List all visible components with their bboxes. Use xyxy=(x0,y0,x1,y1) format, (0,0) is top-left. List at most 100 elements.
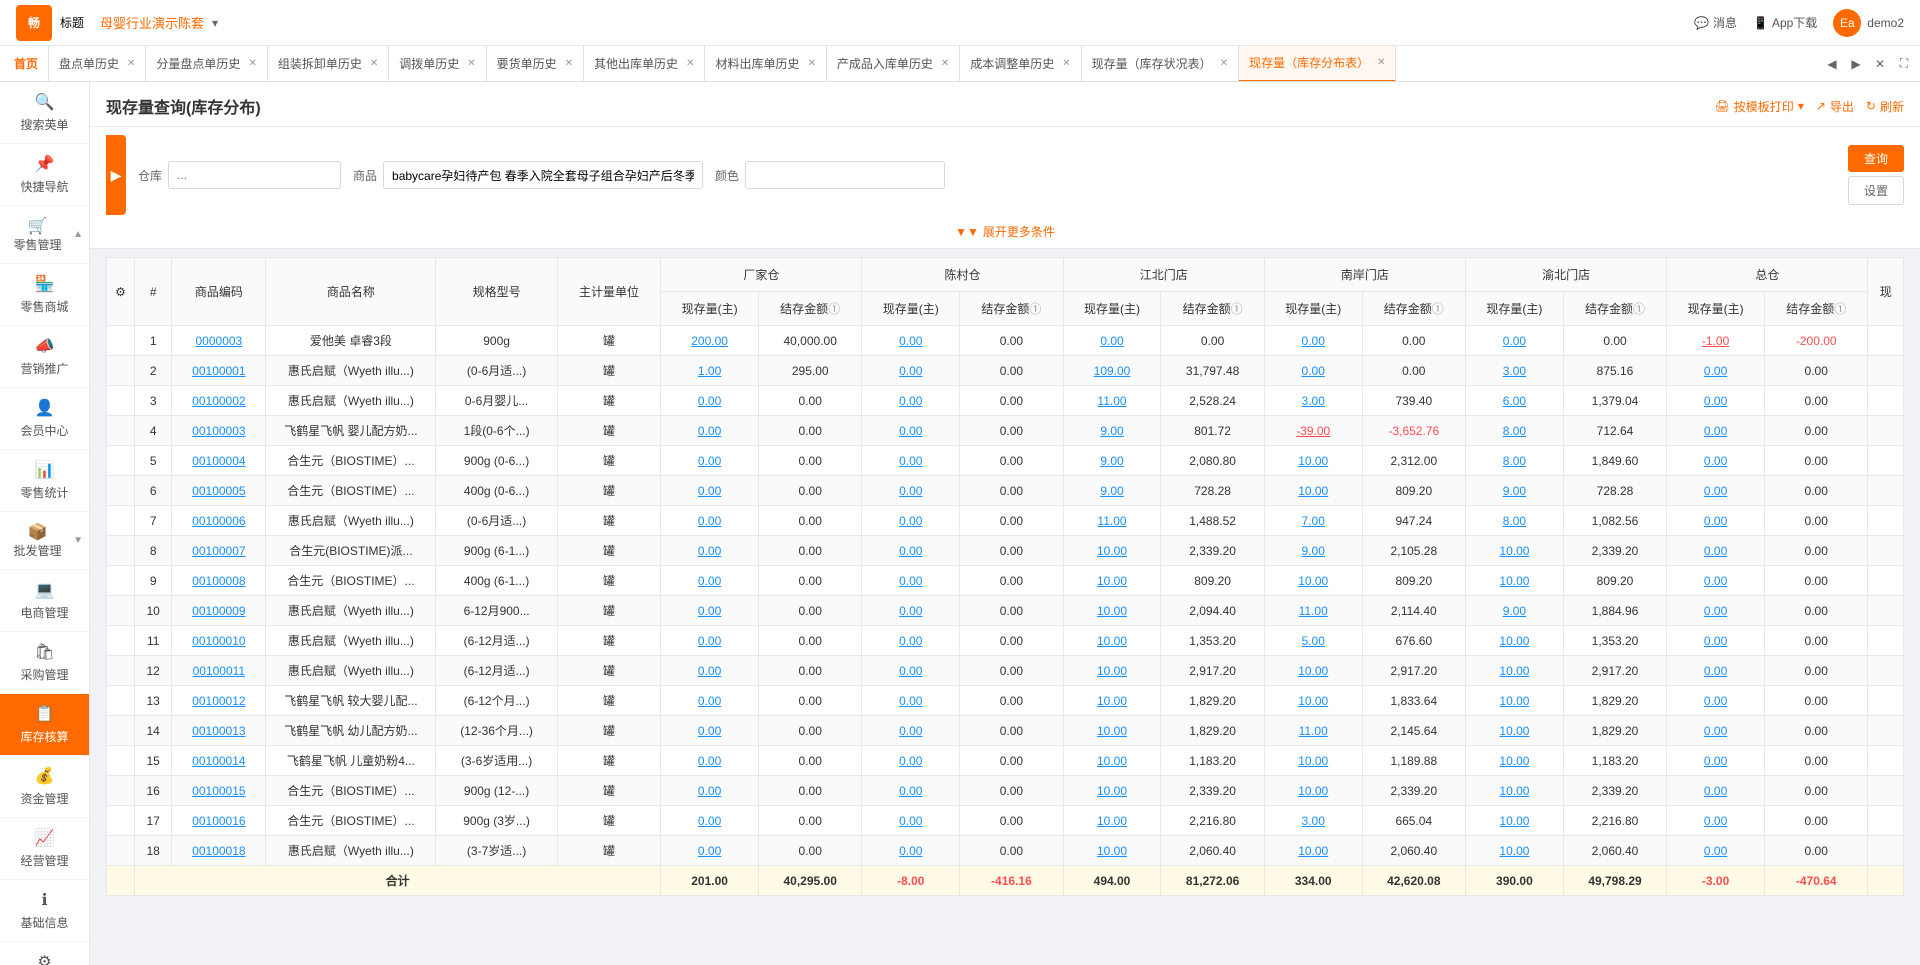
row-changjia-cun[interactable]: 0.00 xyxy=(661,686,759,716)
sidebar-item-marketing[interactable]: 📣 营销推广 xyxy=(0,326,89,388)
row-yubei-cun[interactable]: 10.00 xyxy=(1466,836,1564,866)
row-zong-cun[interactable]: 0.00 xyxy=(1667,686,1765,716)
row-changjia-cun[interactable]: 0.00 xyxy=(661,506,759,536)
row-jiangbei-cun[interactable]: 10.00 xyxy=(1063,716,1161,746)
row-yubei-cun[interactable]: 10.00 xyxy=(1466,626,1564,656)
row-zong-cun[interactable]: -1.00 xyxy=(1667,326,1765,356)
tab-zuhe-close[interactable]: ✕ xyxy=(370,58,378,69)
row-changjia-cun[interactable]: 0.00 xyxy=(661,836,759,866)
row-code[interactable]: 00100016 xyxy=(172,806,266,836)
row-nanan-cun[interactable]: 0.00 xyxy=(1264,356,1362,386)
row-code[interactable]: 00100010 xyxy=(172,626,266,656)
row-yubei-cun[interactable]: 10.00 xyxy=(1466,566,1564,596)
row-nanan-cun[interactable]: 10.00 xyxy=(1264,686,1362,716)
row-zong-cun[interactable]: 0.00 xyxy=(1667,386,1765,416)
row-code[interactable]: 00100005 xyxy=(172,476,266,506)
row-nanan-cun[interactable]: 3.00 xyxy=(1264,806,1362,836)
sidebar-item-purchase[interactable]: 🛍 采购管理 xyxy=(0,632,89,694)
row-yubei-cun[interactable]: 10.00 xyxy=(1466,686,1564,716)
tab-diaobao-close[interactable]: ✕ xyxy=(467,58,475,69)
sidebar-item-nav[interactable]: 📌 快捷导航 xyxy=(0,144,89,206)
row-yubei-cun[interactable]: 8.00 xyxy=(1466,506,1564,536)
row-nanan-cun[interactable]: 9.00 xyxy=(1264,536,1362,566)
selector-text[interactable]: 母婴行业演示陈套 xyxy=(100,13,204,32)
color-input[interactable] xyxy=(745,161,945,189)
row-nanan-cun[interactable]: 10.00 xyxy=(1264,656,1362,686)
row-chen-cun[interactable]: 0.00 xyxy=(862,716,960,746)
row-nanan-cun[interactable]: 10.00 xyxy=(1264,476,1362,506)
row-zong-cun[interactable]: 0.00 xyxy=(1667,536,1765,566)
sidebar-item-finance[interactable]: 💰 资金管理 xyxy=(0,756,89,818)
row-zong-cun[interactable]: 0.00 xyxy=(1667,776,1765,806)
row-changjia-cun[interactable]: 0.00 xyxy=(661,566,759,596)
tab-chengben[interactable]: 成本调整单历史 ✕ xyxy=(960,46,1081,82)
query-btn[interactable]: 查询 xyxy=(1848,145,1904,172)
row-changjia-cun[interactable]: 0.00 xyxy=(661,476,759,506)
row-zong-cun[interactable]: 0.00 xyxy=(1667,476,1765,506)
row-changjia-cun[interactable]: 0.00 xyxy=(661,806,759,836)
row-changjia-cun[interactable]: 0.00 xyxy=(661,716,759,746)
changjia-amt-info-icon[interactable]: ① xyxy=(828,302,840,316)
sidebar-item-wholesale[interactable]: 📦 批发管理 ▼ xyxy=(0,512,89,570)
yubei-amt-info-icon[interactable]: ① xyxy=(1633,302,1645,316)
row-zong-cun[interactable]: 0.00 xyxy=(1667,806,1765,836)
row-code[interactable]: 00100014 xyxy=(172,746,266,776)
row-changjia-cun[interactable]: 1.00 xyxy=(661,356,759,386)
row-code[interactable]: 00100007 xyxy=(172,536,266,566)
row-jiangbei-cun[interactable]: 10.00 xyxy=(1063,806,1161,836)
tab-next-btn[interactable]: ▶ xyxy=(1844,52,1868,76)
row-zong-cun[interactable]: 0.00 xyxy=(1667,596,1765,626)
row-jiangbei-cun[interactable]: 0.00 xyxy=(1063,326,1161,356)
tab-chengben-close[interactable]: ✕ xyxy=(1062,58,1070,69)
row-chen-cun[interactable]: 0.00 xyxy=(862,386,960,416)
row-chen-cun[interactable]: 0.00 xyxy=(862,836,960,866)
row-code[interactable]: 00100003 xyxy=(172,416,266,446)
row-jiangbei-cun[interactable]: 10.00 xyxy=(1063,626,1161,656)
row-yubei-cun[interactable]: 10.00 xyxy=(1466,536,1564,566)
row-nanan-cun[interactable]: 10.00 xyxy=(1264,446,1362,476)
row-jiangbei-cun[interactable]: 109.00 xyxy=(1063,356,1161,386)
row-yubei-cun[interactable]: 3.00 xyxy=(1466,356,1564,386)
row-yubei-cun[interactable]: 9.00 xyxy=(1466,476,1564,506)
row-chen-cun[interactable]: 0.00 xyxy=(862,416,960,446)
row-code[interactable]: 00100018 xyxy=(172,836,266,866)
row-code[interactable]: 00100001 xyxy=(172,356,266,386)
tab-qitachu[interactable]: 其他出库单历史 ✕ xyxy=(584,46,705,82)
jiangbei-amt-info-icon[interactable]: ① xyxy=(1231,302,1243,316)
sidebar-item-inventory[interactable]: 📋 库存核算 xyxy=(0,694,89,756)
row-chen-cun[interactable]: 0.00 xyxy=(862,596,960,626)
row-chen-cun[interactable]: 0.00 xyxy=(862,626,960,656)
zong-amt-info-icon[interactable]: ① xyxy=(1834,302,1846,316)
row-jiangbei-cun[interactable]: 11.00 xyxy=(1063,506,1161,536)
tab-zuhe[interactable]: 组装拆卸单历史 ✕ xyxy=(268,46,389,82)
row-jiangbei-cun[interactable]: 9.00 xyxy=(1063,416,1161,446)
tab-close-all-btn[interactable]: ✕ xyxy=(1868,52,1892,76)
row-jiangbei-cun[interactable]: 10.00 xyxy=(1063,566,1161,596)
export-btn[interactable]: ↗ 导出 xyxy=(1816,98,1854,115)
row-jiangbei-cun[interactable]: 9.00 xyxy=(1063,476,1161,506)
row-zong-cun[interactable]: 0.00 xyxy=(1667,716,1765,746)
row-yubei-cun[interactable]: 6.00 xyxy=(1466,386,1564,416)
print-btn[interactable]: 🖨 按模板打印 ▾ xyxy=(1715,98,1804,115)
row-nanan-cun[interactable]: 10.00 xyxy=(1264,566,1362,596)
user-area[interactable]: Ea demo2 xyxy=(1833,9,1904,37)
msg-btn[interactable]: 💬 消息 xyxy=(1694,14,1737,31)
warehouse-input[interactable] xyxy=(168,161,341,189)
setting-btn[interactable]: 设置 xyxy=(1848,176,1904,205)
row-jiangbei-cun[interactable]: 10.00 xyxy=(1063,746,1161,776)
tab-chanpinru-close[interactable]: ✕ xyxy=(941,58,949,69)
collapse-arrow-btn[interactable]: ▶ xyxy=(106,135,126,215)
row-yubei-cun[interactable]: 10.00 xyxy=(1466,776,1564,806)
nanan-amt-info-icon[interactable]: ① xyxy=(1432,302,1444,316)
sidebar-item-member[interactable]: 👤 会员中心 xyxy=(0,388,89,450)
row-nanan-cun[interactable]: 0.00 xyxy=(1264,326,1362,356)
row-zong-cun[interactable]: 0.00 xyxy=(1667,506,1765,536)
row-changjia-cun[interactable]: 0.00 xyxy=(661,626,759,656)
tab-diaobao[interactable]: 调拨单历史 ✕ xyxy=(389,46,486,82)
row-chen-cun[interactable]: 0.00 xyxy=(862,326,960,356)
row-yubei-cun[interactable]: 10.00 xyxy=(1466,746,1564,776)
tab-expand-btn[interactable]: ⛶ xyxy=(1892,52,1916,76)
row-nanan-cun[interactable]: 11.00 xyxy=(1264,596,1362,626)
sidebar-item-ecom[interactable]: 💻 电商管理 xyxy=(0,570,89,632)
row-code[interactable]: 00100006 xyxy=(172,506,266,536)
